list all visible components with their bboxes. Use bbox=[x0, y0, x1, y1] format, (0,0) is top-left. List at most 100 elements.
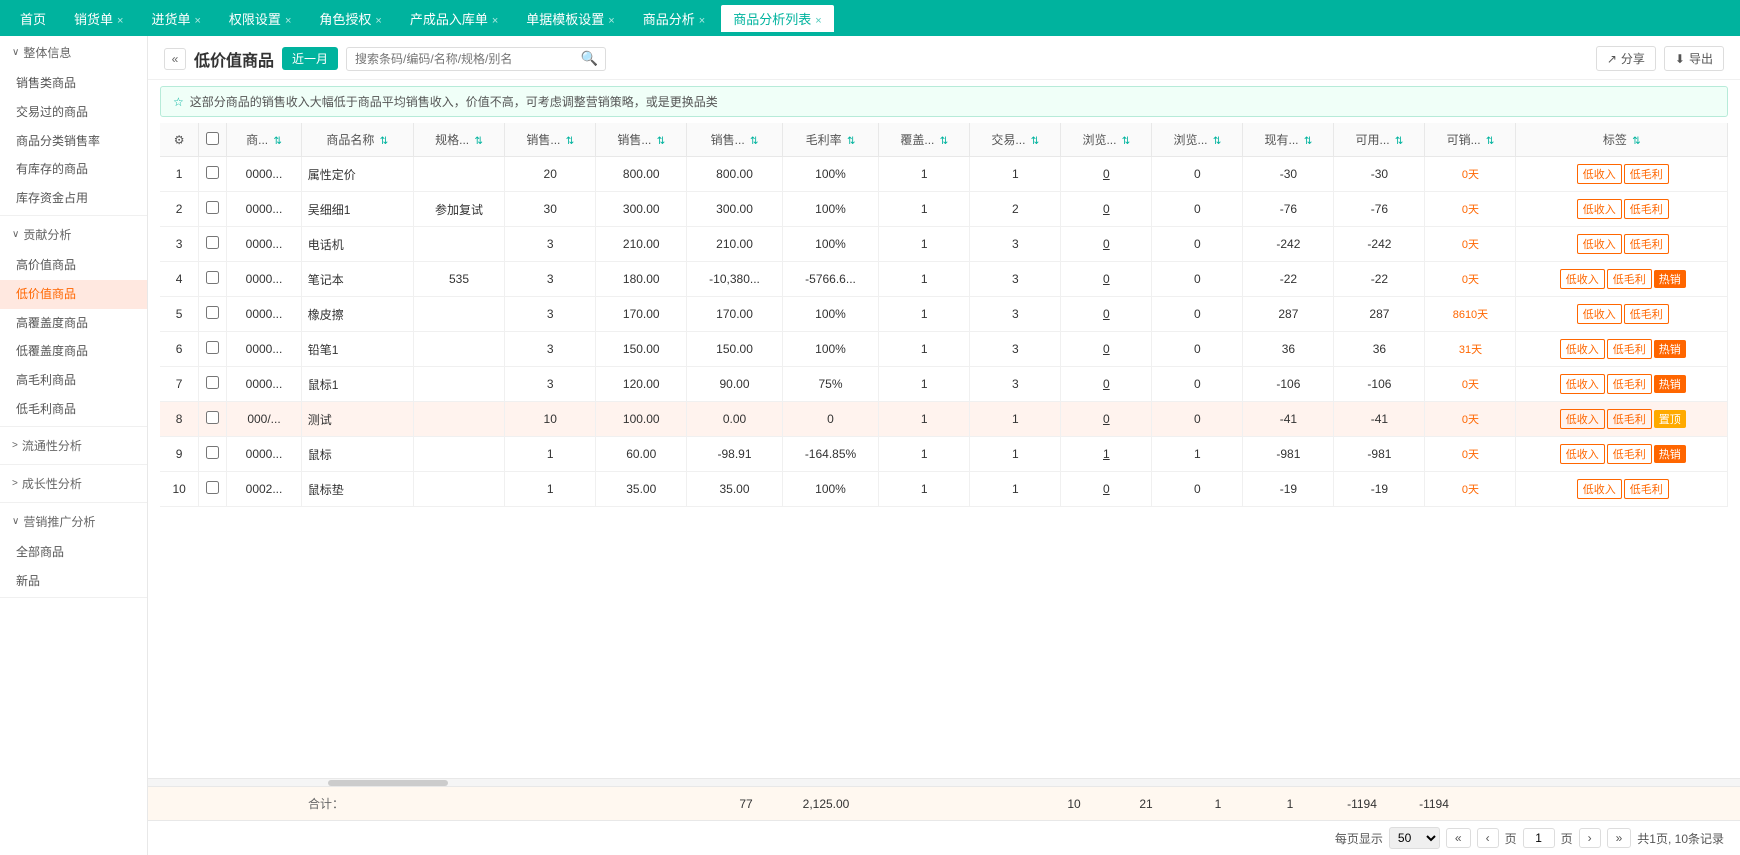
row-checkbox[interactable] bbox=[206, 411, 219, 424]
row-checkbox[interactable] bbox=[206, 376, 219, 389]
sidebar-item-销售类商品[interactable]: 销售类商品 bbox=[0, 69, 147, 98]
view1-link[interactable]: 0 bbox=[1103, 237, 1110, 251]
row-view1[interactable]: 0 bbox=[1061, 367, 1152, 402]
col-checkbox[interactable] bbox=[199, 123, 227, 157]
nav-close-icon[interactable]: × bbox=[285, 15, 291, 27]
col-view2[interactable]: 浏览... ⇅ bbox=[1152, 123, 1243, 157]
select-all-checkbox[interactable] bbox=[206, 132, 219, 145]
row-checkbox-cell[interactable] bbox=[199, 472, 227, 507]
sidebar-item-低覆盖度商品[interactable]: 低覆盖度商品 bbox=[0, 337, 147, 366]
row-checkbox-cell[interactable] bbox=[199, 192, 227, 227]
view1-link[interactable]: 0 bbox=[1103, 167, 1110, 181]
view1-link[interactable]: 1 bbox=[1103, 447, 1110, 461]
col-settings[interactable]: ⚙ bbox=[160, 123, 199, 157]
col-sale-qty[interactable]: 销售... ⇅ bbox=[505, 123, 596, 157]
share-button[interactable]: ↗ 分享 bbox=[1596, 46, 1656, 71]
row-checkbox[interactable] bbox=[206, 271, 219, 284]
row-view1[interactable]: 1 bbox=[1061, 437, 1152, 472]
per-page-select[interactable]: 50 100 200 bbox=[1389, 827, 1440, 849]
nav-close-icon[interactable]: × bbox=[815, 15, 821, 27]
col-coverage[interactable]: 覆盖... ⇅ bbox=[879, 123, 970, 157]
row-checkbox[interactable] bbox=[206, 481, 219, 494]
view1-link[interactable]: 0 bbox=[1103, 482, 1110, 496]
nav-item-进货单[interactable]: 进货单× bbox=[139, 5, 212, 32]
nav-close-icon[interactable]: × bbox=[492, 15, 498, 27]
sidebar-section-贡献分析[interactable]: ∨贡献分析 bbox=[0, 218, 147, 251]
nav-item-商品分析列表[interactable]: 商品分析列表× bbox=[721, 5, 833, 32]
row-checkbox[interactable] bbox=[206, 446, 219, 459]
row-checkbox-cell[interactable] bbox=[199, 332, 227, 367]
sidebar-item-高毛利商品[interactable]: 高毛利商品 bbox=[0, 366, 147, 395]
col-salable[interactable]: 可销... ⇅ bbox=[1425, 123, 1516, 157]
sidebar-section-成长性分析[interactable]: >成长性分析 bbox=[0, 467, 147, 500]
col-trade[interactable]: 交易... ⇅ bbox=[970, 123, 1061, 157]
col-current[interactable]: 现有... ⇅ bbox=[1243, 123, 1334, 157]
row-checkbox-cell[interactable] bbox=[199, 402, 227, 437]
row-checkbox-cell[interactable] bbox=[199, 157, 227, 192]
sidebar-item-有库存的商品[interactable]: 有库存的商品 bbox=[0, 155, 147, 184]
nav-close-icon[interactable]: × bbox=[117, 15, 123, 27]
col-sale-amount[interactable]: 销售... ⇅ bbox=[687, 123, 782, 157]
nav-item-销货单[interactable]: 销货单× bbox=[62, 5, 135, 32]
row-checkbox-cell[interactable] bbox=[199, 297, 227, 332]
next-page-button[interactable]: › bbox=[1579, 828, 1601, 848]
view1-link[interactable]: 0 bbox=[1103, 412, 1110, 426]
first-page-button[interactable]: « bbox=[1446, 828, 1471, 848]
col-name[interactable]: 商品名称 ⇅ bbox=[301, 123, 413, 157]
sidebar-item-交易过的商品[interactable]: 交易过的商品 bbox=[0, 98, 147, 127]
prev-page-button[interactable]: ‹ bbox=[1477, 828, 1499, 848]
row-checkbox-cell[interactable] bbox=[199, 367, 227, 402]
row-checkbox-cell[interactable] bbox=[199, 437, 227, 472]
horizontal-scrollbar[interactable] bbox=[148, 778, 1740, 786]
view1-link[interactable]: 0 bbox=[1103, 272, 1110, 286]
view1-link[interactable]: 0 bbox=[1103, 202, 1110, 216]
nav-item-产成品入库单[interactable]: 产成品入库单× bbox=[398, 5, 510, 32]
col-available[interactable]: 可用... ⇅ bbox=[1334, 123, 1425, 157]
col-code[interactable]: 商... ⇅ bbox=[227, 123, 302, 157]
sidebar-item-高覆盖度商品[interactable]: 高覆盖度商品 bbox=[0, 309, 147, 338]
nav-close-icon[interactable]: × bbox=[375, 15, 381, 27]
row-view1[interactable]: 0 bbox=[1061, 332, 1152, 367]
collapse-button[interactable]: « bbox=[164, 48, 186, 70]
col-spec[interactable]: 规格... ⇅ bbox=[413, 123, 504, 157]
search-input[interactable] bbox=[346, 47, 606, 71]
view1-link[interactable]: 0 bbox=[1103, 342, 1110, 356]
col-tags[interactable]: 标签 ⇅ bbox=[1516, 123, 1728, 157]
nav-close-icon[interactable]: × bbox=[194, 15, 200, 27]
sidebar-item-全部商品[interactable]: 全部商品 bbox=[0, 538, 147, 567]
row-view1[interactable]: 0 bbox=[1061, 157, 1152, 192]
row-view1[interactable]: 0 bbox=[1061, 227, 1152, 262]
sidebar-item-低价值商品[interactable]: 低价值商品 bbox=[0, 280, 147, 309]
row-view1[interactable]: 0 bbox=[1061, 262, 1152, 297]
sidebar-item-低毛利商品[interactable]: 低毛利商品 bbox=[0, 395, 147, 424]
col-margin[interactable]: 毛利率 ⇅ bbox=[782, 123, 878, 157]
sidebar-section-流通性分析[interactable]: >流通性分析 bbox=[0, 429, 147, 462]
sidebar-item-商品分类销售率[interactable]: 商品分类销售率 bbox=[0, 127, 147, 156]
filter-button[interactable]: 近一月 bbox=[282, 47, 338, 70]
row-checkbox-cell[interactable] bbox=[199, 262, 227, 297]
sidebar-item-新品[interactable]: 新品 bbox=[0, 567, 147, 596]
nav-close-icon[interactable]: × bbox=[699, 15, 705, 27]
search-icon[interactable]: 🔍 bbox=[581, 50, 598, 67]
export-button[interactable]: ⬇ 导出 bbox=[1664, 46, 1724, 71]
last-page-button[interactable]: » bbox=[1607, 828, 1632, 848]
view1-link[interactable]: 0 bbox=[1103, 307, 1110, 321]
page-input[interactable] bbox=[1523, 828, 1555, 848]
nav-item-权限设置[interactable]: 权限设置× bbox=[217, 5, 303, 32]
sidebar-section-营销推广分析[interactable]: ∨营销推广分析 bbox=[0, 505, 147, 538]
view1-link[interactable]: 0 bbox=[1103, 377, 1110, 391]
nav-item-单据模板设置[interactable]: 单据模板设置× bbox=[514, 5, 626, 32]
row-checkbox[interactable] bbox=[206, 166, 219, 179]
nav-item-角色授权[interactable]: 角色授权× bbox=[307, 5, 393, 32]
row-view1[interactable]: 0 bbox=[1061, 192, 1152, 227]
nav-item-商品分析[interactable]: 商品分析× bbox=[631, 5, 717, 32]
row-checkbox[interactable] bbox=[206, 236, 219, 249]
sidebar-section-整体信息[interactable]: ∨整体信息 bbox=[0, 36, 147, 69]
sidebar-item-高价值商品[interactable]: 高价值商品 bbox=[0, 251, 147, 280]
col-view1[interactable]: 浏览... ⇅ bbox=[1061, 123, 1152, 157]
row-view1[interactable]: 0 bbox=[1061, 402, 1152, 437]
table-container[interactable]: ⚙ 商... ⇅ 商品名称 ⇅ 规格... ⇅ 销售... ⇅ 销售... ⇅ … bbox=[148, 123, 1740, 778]
row-checkbox[interactable] bbox=[206, 306, 219, 319]
row-checkbox-cell[interactable] bbox=[199, 227, 227, 262]
nav-close-icon[interactable]: × bbox=[608, 15, 614, 27]
